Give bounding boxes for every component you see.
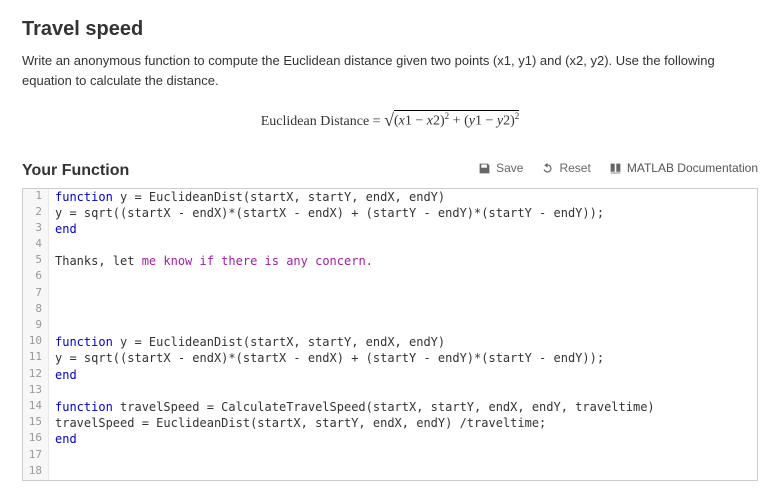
code-line[interactable]: 12end [23, 367, 757, 383]
line-number: 5 [23, 253, 49, 269]
code-text[interactable]: travelSpeed = EuclideanDist(startX, star… [49, 415, 546, 431]
code-text[interactable]: function y = EuclideanDist(startX, start… [49, 189, 445, 205]
code-text[interactable] [49, 237, 62, 253]
code-text[interactable]: y = sqrt((startX - endX)*(startX - endX)… [49, 205, 604, 221]
code-line[interactable]: 14function travelSpeed = CalculateTravel… [23, 399, 757, 415]
code-line[interactable]: 2y = sqrt((startX - endX)*(startX - endX… [23, 205, 757, 221]
code-text[interactable] [49, 269, 62, 285]
code-line[interactable]: 7 [23, 286, 757, 302]
matlab-doc-label: MATLAB Documentation [627, 161, 758, 175]
editor-actions: Save Reset MATLAB Documentation [478, 161, 758, 175]
code-editor[interactable]: 1function y = EuclideanDist(startX, star… [22, 188, 758, 481]
code-text[interactable] [49, 448, 62, 464]
code-line[interactable]: 3end [23, 221, 757, 237]
line-number: 8 [23, 302, 49, 318]
formula-radicand: (x1 − x2)2 + (y1 − y2)2 [394, 110, 519, 130]
line-number: 4 [23, 237, 49, 253]
sqrt-icon: √ [384, 110, 394, 130]
code-text[interactable]: end [49, 221, 77, 237]
function-section-title: Your Function [22, 162, 129, 180]
line-number: 14 [23, 399, 49, 415]
reset-label: Reset [559, 161, 590, 175]
code-text[interactable]: Thanks, let me know if there is any conc… [49, 253, 373, 269]
reset-button[interactable]: Reset [541, 161, 590, 175]
code-line[interactable]: 1function y = EuclideanDist(startX, star… [23, 189, 757, 205]
code-text[interactable]: end [49, 367, 77, 383]
line-number: 10 [23, 334, 49, 350]
code-text[interactable]: y = sqrt((startX - endX)*(startX - endX)… [49, 350, 604, 366]
code-line[interactable]: 9 [23, 318, 757, 334]
save-icon [478, 162, 491, 175]
line-number: 9 [23, 318, 49, 334]
book-icon [609, 162, 622, 175]
line-number: 6 [23, 269, 49, 285]
code-text[interactable]: end [49, 431, 77, 447]
matlab-doc-link[interactable]: MATLAB Documentation [609, 161, 758, 175]
line-number: 2 [23, 205, 49, 221]
code-line[interactable]: 10function y = EuclideanDist(startX, sta… [23, 334, 757, 350]
code-text[interactable]: function y = EuclideanDist(startX, start… [49, 334, 445, 350]
save-label: Save [496, 161, 523, 175]
code-line[interactable]: 16end [23, 431, 757, 447]
code-text[interactable] [49, 318, 62, 334]
line-number: 1 [23, 189, 49, 205]
code-text[interactable] [49, 383, 62, 399]
code-line[interactable]: 13 [23, 383, 757, 399]
save-button[interactable]: Save [478, 161, 523, 175]
line-number: 18 [23, 464, 49, 480]
code-line[interactable]: 11y = sqrt((startX - endX)*(startX - end… [23, 350, 757, 366]
code-line[interactable]: 5Thanks, let me know if there is any con… [23, 253, 757, 269]
line-number: 13 [23, 383, 49, 399]
page-title: Travel speed [22, 18, 758, 41]
code-text[interactable] [49, 464, 62, 480]
code-text[interactable]: function travelSpeed = CalculateTravelSp… [49, 399, 655, 415]
problem-description: Write an anonymous function to compute t… [22, 51, 758, 90]
code-text[interactable] [49, 286, 62, 302]
code-line[interactable]: 15travelSpeed = EuclideanDist(startX, st… [23, 415, 757, 431]
code-line[interactable]: 18 [23, 464, 757, 480]
code-text[interactable] [49, 302, 62, 318]
line-number: 7 [23, 286, 49, 302]
line-number: 15 [23, 415, 49, 431]
line-number: 17 [23, 448, 49, 464]
code-line[interactable]: 6 [23, 269, 757, 285]
formula-label: Euclidean Distance = [261, 114, 384, 129]
code-line[interactable]: 4 [23, 237, 757, 253]
line-number: 11 [23, 350, 49, 366]
line-number: 16 [23, 431, 49, 447]
reset-icon [541, 162, 554, 175]
code-line[interactable]: 17 [23, 448, 757, 464]
line-number: 3 [23, 221, 49, 237]
line-number: 12 [23, 367, 49, 383]
code-line[interactable]: 8 [23, 302, 757, 318]
formula-block: Euclidean Distance = √(x1 − x2)2 + (y1 −… [22, 110, 758, 131]
